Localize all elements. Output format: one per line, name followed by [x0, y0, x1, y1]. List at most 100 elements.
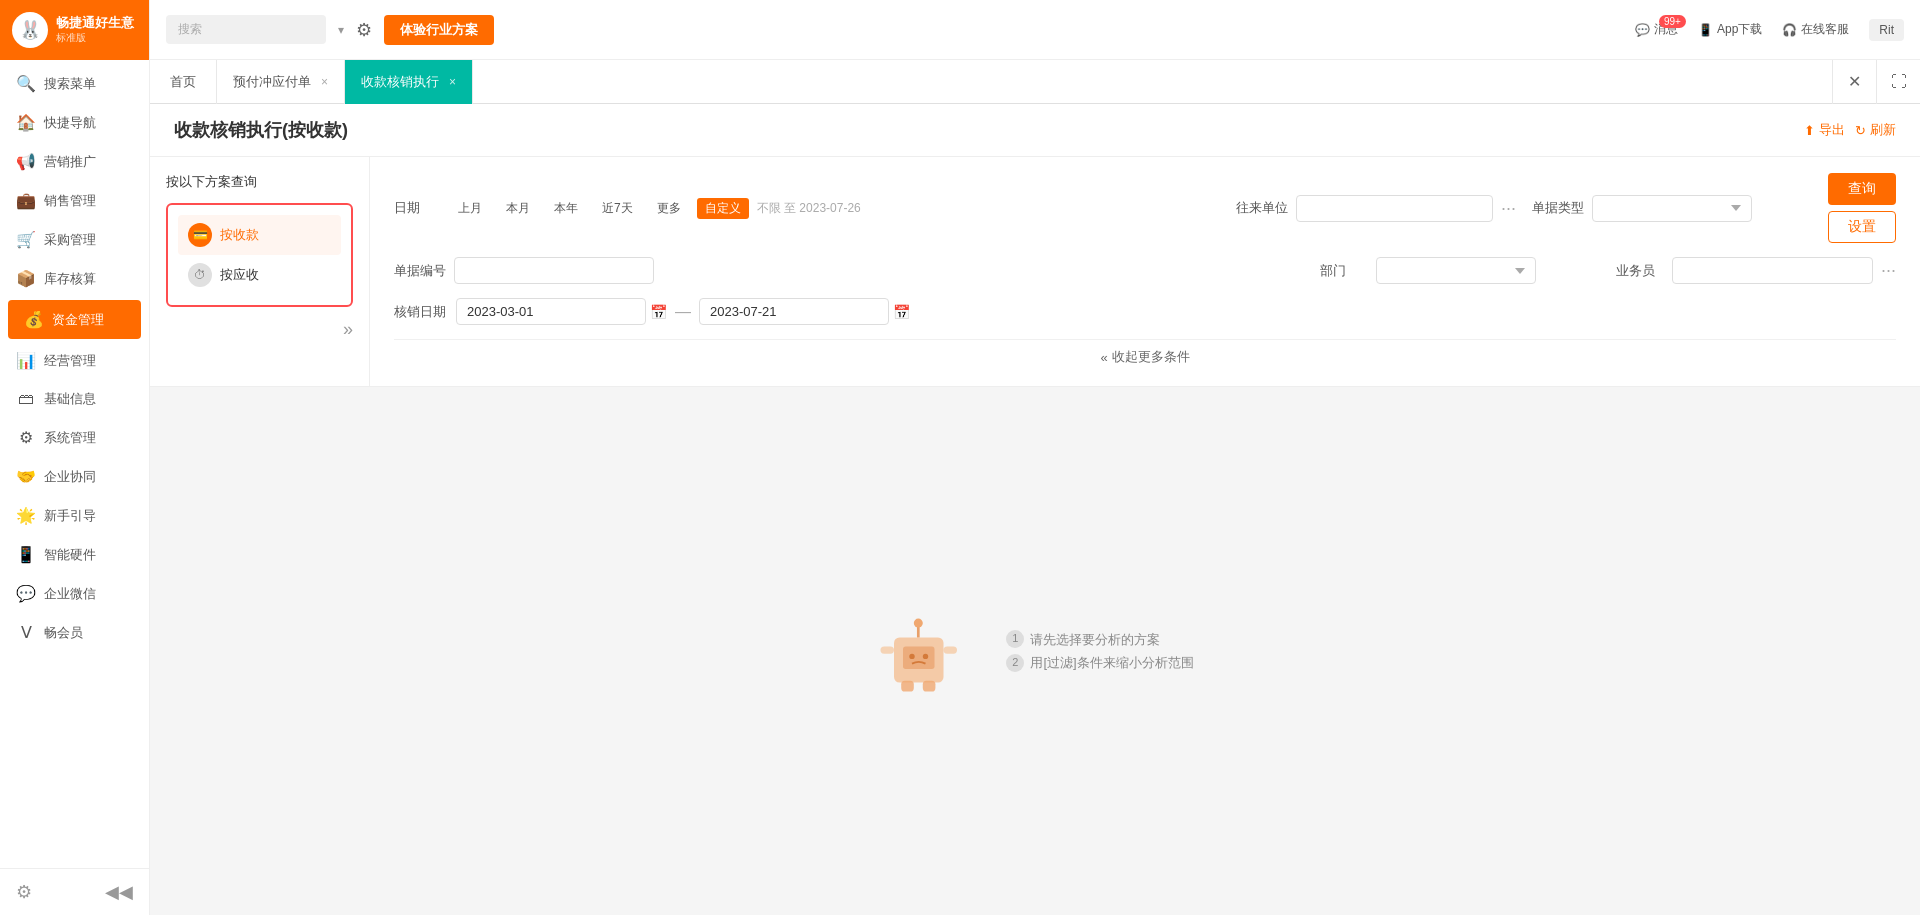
sidebar-item-6[interactable]: 💰资金管理 — [8, 300, 141, 339]
sidebar-icon-8: 🗃 — [16, 390, 36, 408]
sidebar-item-13[interactable]: 💬 企业微信 — [0, 574, 149, 613]
sidebar-label-3: 销售管理 — [44, 192, 96, 210]
custom-date-btn[interactable]: 自定义 — [697, 198, 749, 219]
writeoff-date-end-cal-icon[interactable]: 📅 — [893, 304, 910, 320]
sidebar-item-10[interactable]: 🤝企业协同 — [0, 457, 149, 496]
svg-rect-7 — [944, 647, 958, 654]
doc-no-label: 单据编号 — [394, 262, 446, 280]
sidebar-item-0[interactable]: 🔍搜索菜单 — [0, 64, 149, 103]
filter-left-title: 按以下方案查询 — [166, 173, 353, 191]
topbar-gear-icon[interactable]: ⚙ — [356, 19, 372, 41]
collapse-sidebar-icon[interactable]: ◀◀ — [105, 881, 133, 903]
payment-option-icon: 💳 — [188, 223, 212, 247]
app-icon: 📱 — [1698, 23, 1713, 37]
page-content: 收款核销执行(按收款) ⬆ 导出 ↻ 刷新 按以下方案查询 💳 — [150, 104, 1920, 915]
date-label: 日期 — [394, 199, 442, 217]
partner-ellipsis-icon[interactable]: ··· — [1501, 198, 1516, 219]
sidebar-label-13: 企业微信 — [44, 585, 96, 603]
tab2-close-icon[interactable]: × — [449, 75, 456, 89]
sidebar-label-0: 搜索菜单 — [44, 75, 96, 93]
staff-ellipsis-icon[interactable]: ··· — [1881, 260, 1896, 281]
online-service-button[interactable]: 🎧 在线客服 — [1782, 21, 1849, 38]
page-header: 收款核销执行(按收款) ⬆ 导出 ↻ 刷新 — [150, 104, 1920, 157]
close-tab-icon[interactable]: ✕ — [1832, 60, 1876, 104]
sidebar-bottom: ⚙ ◀◀ — [0, 868, 149, 915]
setting-button[interactable]: 设置 — [1828, 211, 1896, 243]
sidebar-icon-5: 📦 — [16, 269, 36, 288]
writeoff-date-end-input[interactable] — [699, 298, 889, 325]
svg-rect-1 — [903, 647, 935, 670]
svg-point-3 — [923, 654, 928, 659]
staff-input[interactable] — [1672, 257, 1873, 284]
sidebar-item-4[interactable]: 🛒采购管理 — [0, 220, 149, 259]
sidebar-label-6: 资金管理 — [52, 311, 104, 329]
collapse-left-panel-icon[interactable]: » — [166, 319, 353, 340]
sidebar-menu: 🔍搜索菜单🏠快捷导航📢营销推广💼销售管理🛒采购管理📦库存核算💰资金管理📊经营管理… — [0, 60, 149, 868]
partner-label: 往来单位 — [1236, 199, 1288, 217]
tab-home[interactable]: 首页 — [150, 60, 217, 104]
svg-rect-9 — [923, 681, 936, 692]
more-date-btn[interactable]: 更多 — [649, 198, 689, 219]
query-actions: 查询 设置 — [1828, 173, 1896, 243]
doc-type-field: 单据类型 — [1532, 195, 1812, 222]
writeoff-date-start-cal-icon[interactable]: 📅 — [650, 304, 667, 320]
sidebar-item-8[interactable]: 🗃 基础信息 — [0, 380, 149, 418]
tab-writeoff[interactable]: 收款核销执行 × — [345, 60, 473, 104]
sidebar-item-14[interactable]: Ⅴ畅会员 — [0, 613, 149, 652]
this-year-btn[interactable]: 本年 — [546, 198, 586, 219]
hint-1-num: 1 — [1006, 630, 1024, 648]
this-month-btn[interactable]: 本月 — [498, 198, 538, 219]
query-button[interactable]: 查询 — [1828, 173, 1896, 205]
sidebar-item-9[interactable]: ⚙系统管理 — [0, 418, 149, 457]
logo-icon: 🐰 — [12, 12, 48, 48]
sidebar-item-2[interactable]: 📢营销推广 — [0, 142, 149, 181]
sidebar-icon-13: 💬 — [16, 584, 36, 603]
empty-hint-2: 2 用[过滤]条件来缩小分析范围 — [1006, 651, 1193, 674]
date-range-separator: — — [675, 303, 691, 321]
empty-text: 1 请先选择要分析的方案 2 用[过滤]条件来缩小分析范围 — [1006, 628, 1193, 675]
sidebar-label-8: 基础信息 — [44, 390, 96, 408]
topbar: 搜索 ▾ ⚙ 体验行业方案 💬 消息 99+ 📱 App下载 🎧 在线客服 Ri… — [150, 0, 1920, 60]
export-icon: ⬆ — [1804, 123, 1815, 138]
sidebar-item-7[interactable]: 📊经营管理 — [0, 341, 149, 380]
sidebar-item-5[interactable]: 📦库存核算 — [0, 259, 149, 298]
sidebar-item-11[interactable]: 🌟新手引导 — [0, 496, 149, 535]
message-badge: 99+ — [1659, 15, 1686, 28]
app-download-button[interactable]: 📱 App下载 — [1698, 21, 1762, 38]
service-icon: 🎧 — [1782, 23, 1797, 37]
solution-button[interactable]: 体验行业方案 — [384, 15, 494, 45]
last-month-btn[interactable]: 上月 — [450, 198, 490, 219]
main-content: 搜索 ▾ ⚙ 体验行业方案 💬 消息 99+ 📱 App下载 🎧 在线客服 Ri… — [150, 0, 1920, 915]
hint-2-num: 2 — [1006, 654, 1024, 672]
sidebar-icon-14: Ⅴ — [16, 623, 36, 642]
filter-by-receivable-option[interactable]: ⏱ 按应收 — [178, 255, 341, 295]
svg-point-2 — [910, 654, 915, 659]
settings-icon[interactable]: ⚙ — [16, 881, 32, 903]
filter-by-payment-option[interactable]: 💳 按收款 — [178, 215, 341, 255]
partner-input[interactable] — [1296, 195, 1493, 222]
refresh-icon: ↻ — [1855, 123, 1866, 138]
user-menu[interactable]: Rit — [1869, 19, 1904, 41]
expand-tab-icon[interactable]: ⛶ — [1876, 60, 1920, 104]
dept-select[interactable] — [1376, 257, 1536, 284]
filter-row-1: 日期 上月 本月 本年 近7天 更多 自定义 不限 至 2023-07-26 — [394, 173, 1896, 243]
sidebar-label-4: 采购管理 — [44, 231, 96, 249]
sidebar-icon-2: 📢 — [16, 152, 36, 171]
doc-no-input[interactable] — [454, 257, 654, 284]
writeoff-date-start-input[interactable] — [456, 298, 646, 325]
doc-type-select[interactable] — [1592, 195, 1752, 222]
refresh-button[interactable]: ↻ 刷新 — [1855, 121, 1896, 139]
sidebar-item-1[interactable]: 🏠快捷导航 — [0, 103, 149, 142]
tab1-close-icon[interactable]: × — [321, 75, 328, 89]
filter-right-panel: 日期 上月 本月 本年 近7天 更多 自定义 不限 至 2023-07-26 — [370, 157, 1920, 386]
sidebar-item-12[interactable]: 📱智能硬件 — [0, 535, 149, 574]
doc-type-label: 单据类型 — [1532, 199, 1584, 217]
export-button[interactable]: ⬆ 导出 — [1804, 121, 1845, 139]
message-button[interactable]: 💬 消息 99+ — [1635, 21, 1678, 38]
sidebar-label-1: 快捷导航 — [44, 114, 96, 132]
tab-prepay[interactable]: 预付冲应付单 × — [217, 60, 345, 104]
seven-days-btn[interactable]: 近7天 — [594, 198, 641, 219]
topbar-chevron-icon[interactable]: ▾ — [338, 23, 344, 37]
collapse-more-button[interactable]: « 收起更多条件 — [1100, 348, 1189, 366]
sidebar-item-3[interactable]: 💼销售管理 — [0, 181, 149, 220]
